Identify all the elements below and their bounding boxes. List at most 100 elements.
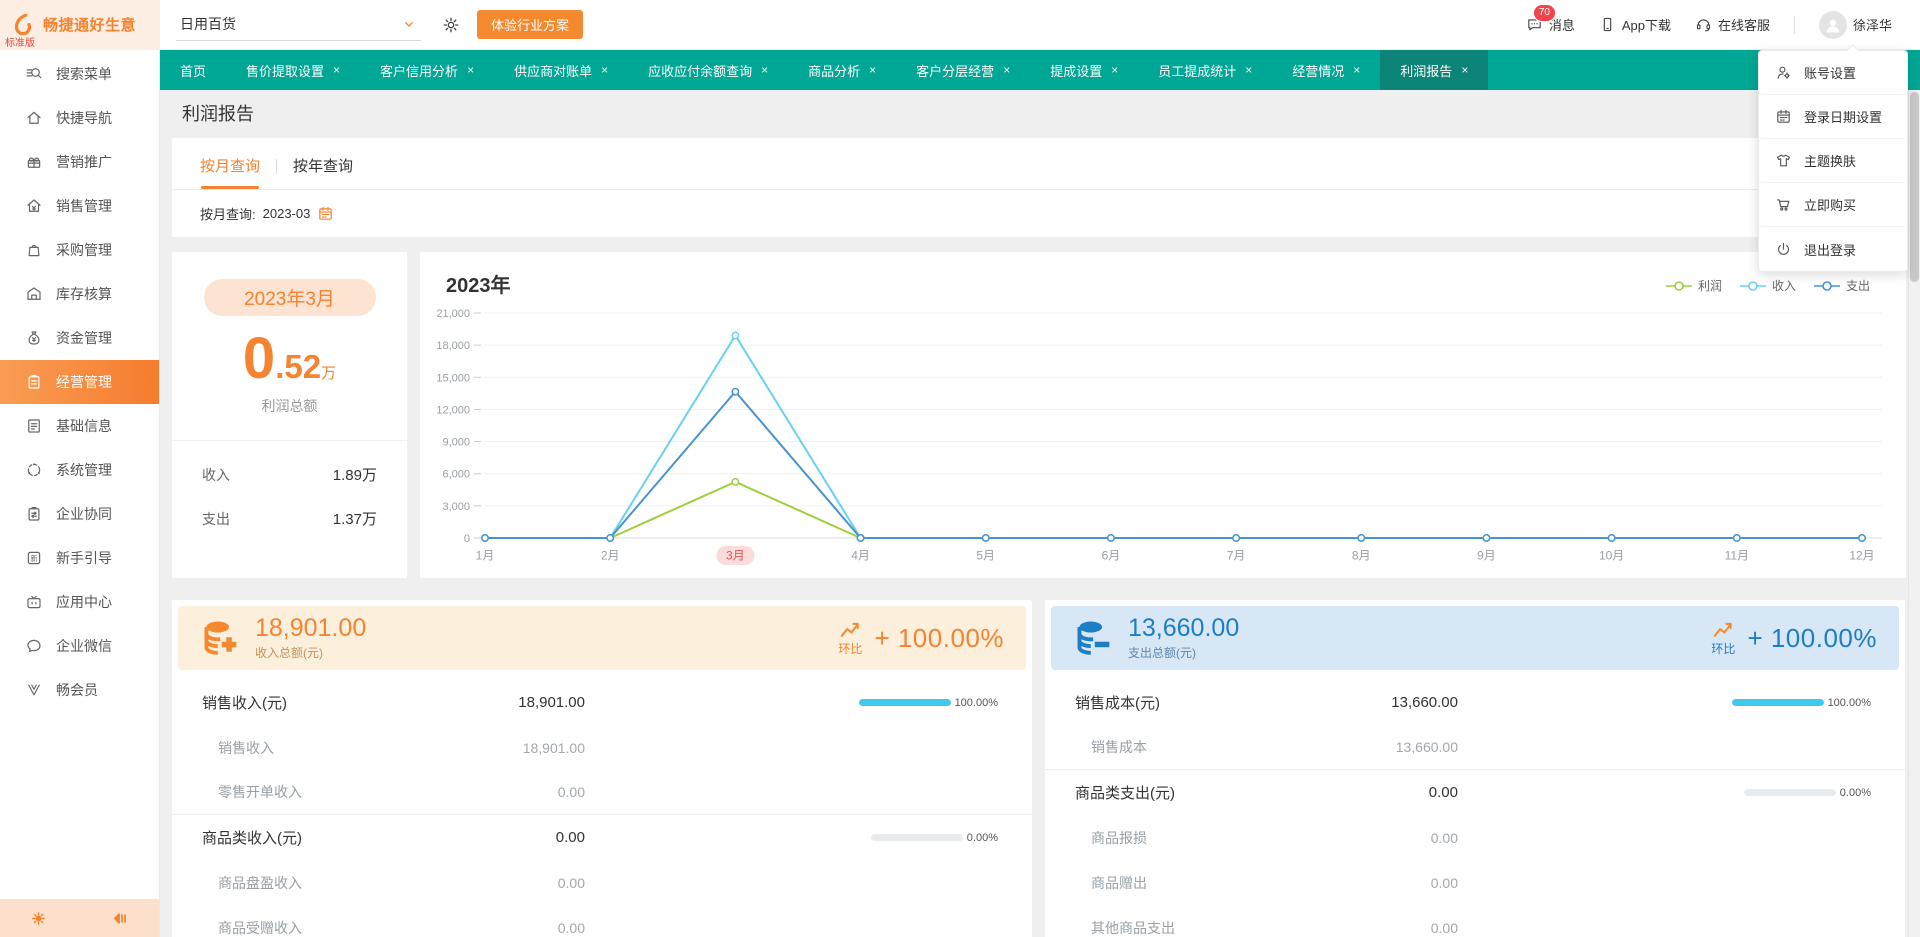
summary-row-value: 1.89万 xyxy=(332,467,377,484)
calendar-icon xyxy=(1775,108,1792,125)
messages-button[interactable]: 70 消息 xyxy=(1526,4,1575,34)
sidebar-item[interactable]: 采购管理 xyxy=(0,228,159,272)
report-row-value: 18,901.00 xyxy=(518,694,585,711)
profit-total-label: 利润总额 xyxy=(261,398,318,414)
topbar-divider xyxy=(1793,15,1795,34)
report-row: 销售成本 13,660.00 xyxy=(1045,725,1905,770)
tab-query-by-month[interactable]: 按月查询 xyxy=(200,155,260,189)
query-date-value[interactable]: 2023-03 xyxy=(263,206,311,221)
svg-text:9月: 9月 xyxy=(1477,549,1496,563)
progress-percent-label: 100.00% xyxy=(954,696,998,709)
nav-tab[interactable]: 客户分层经营 × xyxy=(896,50,1030,90)
support-button[interactable]: 在线客服 xyxy=(1695,15,1770,34)
nav-tab[interactable]: 利润报告 × xyxy=(1380,50,1489,90)
search-icon xyxy=(25,65,43,83)
sidebar-item[interactable]: 企业协同 xyxy=(0,492,159,536)
sidebar-item[interactable]: 企业微信 xyxy=(0,624,159,668)
close-tab-icon[interactable]: × xyxy=(1353,63,1360,77)
user-menu-item[interactable]: 退出登录 xyxy=(1759,227,1907,271)
system-icon xyxy=(25,461,43,479)
close-tab-icon[interactable]: × xyxy=(467,63,474,77)
tab-query-by-year[interactable]: 按年查询 xyxy=(293,155,353,189)
close-tab-icon[interactable]: × xyxy=(869,63,876,77)
legend-item[interactable]: 利润 xyxy=(1665,277,1722,294)
support-label: 在线客服 xyxy=(1717,18,1770,33)
nav-tab[interactable]: 客户信用分析 × xyxy=(360,50,494,90)
close-tab-icon[interactable]: × xyxy=(1003,63,1010,77)
power-icon xyxy=(1775,241,1792,258)
trend-up-icon xyxy=(1712,620,1735,639)
report-row-progress: 100.00% xyxy=(858,696,998,709)
company-select[interactable]: 日用百货 xyxy=(176,9,421,41)
sidebar-item[interactable]: 应用中心 xyxy=(0,580,159,624)
close-tab-icon[interactable]: × xyxy=(1461,63,1468,77)
legend-item[interactable]: 收入 xyxy=(1739,277,1796,294)
sidebar-item-label: 企业微信 xyxy=(56,638,112,654)
calendar-icon[interactable] xyxy=(317,205,334,222)
income-table: 销售收入(元) 18,901.00 100.00% 销售收入 18,901.00 零售开单… xyxy=(172,680,1032,937)
close-tab-icon[interactable]: × xyxy=(601,63,608,77)
sidebar-item[interactable]: 资金管理 xyxy=(0,316,159,360)
trial-plan-button[interactable]: 体验行业方案 xyxy=(477,10,584,39)
nav-tab[interactable]: 供应商对账单 × xyxy=(494,50,628,90)
close-tab-icon[interactable]: × xyxy=(1245,63,1252,77)
sidebar-item[interactable]: 销售管理 xyxy=(0,184,159,228)
messages-badge: 70 xyxy=(1532,4,1556,22)
collapse-sidebar-icon[interactable] xyxy=(112,910,129,927)
nav-tab[interactable]: 商品分析 × xyxy=(788,50,896,90)
user-dropdown-menu: 账号设置登录日期设置 主题换肤 立即购买 退出登录 xyxy=(1758,44,1908,272)
income-mom-value: + 100.00% xyxy=(874,622,1004,653)
close-tab-icon[interactable]: × xyxy=(761,63,768,77)
svg-text:3,000: 3,000 xyxy=(442,501,470,513)
user-account[interactable]: 徐泽华 xyxy=(1818,10,1892,39)
settings-gear-icon[interactable] xyxy=(441,15,461,35)
user-menu-item[interactable]: 登录日期设置 xyxy=(1759,95,1907,139)
user-menu-item[interactable]: 账号设置 xyxy=(1759,51,1907,95)
svg-text:18,000: 18,000 xyxy=(436,340,470,352)
scrollbar-thumb[interactable] xyxy=(1910,92,1919,282)
app-download-button[interactable]: App下载 xyxy=(1599,15,1671,34)
sidebar-item[interactable]: 基础信息 xyxy=(0,404,159,448)
top-bar: 畅捷通好生意 标准版 日用百货 体验行业方案 70 消息 App下载 在线客服 … xyxy=(0,0,1920,50)
sidebar-item[interactable]: 系统管理 xyxy=(0,448,159,492)
summary-row-label: 收入 xyxy=(202,466,230,483)
nav-tab[interactable]: 应收应付余额查询 × xyxy=(628,50,788,90)
report-row-value: 0.00 xyxy=(1430,874,1458,891)
svg-text:12,000: 12,000 xyxy=(436,404,470,416)
sidebar-settings-gear-icon[interactable] xyxy=(30,910,47,927)
app-logo[interactable]: 畅捷通好生意 标准版 xyxy=(0,0,160,50)
report-row: 商品类支出(元) 0.00 0.00% xyxy=(1045,770,1905,815)
nav-tab-label: 提成设置 xyxy=(1050,63,1103,79)
legend-item[interactable]: 支出 xyxy=(1813,277,1870,294)
report-row: 销售成本(元) 13,660.00 100.00% xyxy=(1045,680,1905,725)
nav-tab[interactable]: 首页 xyxy=(160,50,226,90)
close-tab-icon[interactable]: × xyxy=(333,63,340,77)
svg-text:9,000: 9,000 xyxy=(442,437,470,449)
sidebar-item-label: 资金管理 xyxy=(56,330,112,346)
close-tab-icon[interactable]: × xyxy=(1111,63,1118,77)
sidebar-item[interactable]: 经营管理 xyxy=(0,360,159,404)
nav-tab[interactable]: 提成设置 × xyxy=(1030,50,1138,90)
home-icon xyxy=(25,109,43,127)
sidebar-item[interactable]: 新 新手引导 xyxy=(0,536,159,580)
user-menu-item-label: 账号设置 xyxy=(1804,66,1857,81)
sidebar-item[interactable]: 搜索菜单 xyxy=(0,52,159,96)
profit-int: 0 xyxy=(242,326,276,391)
nav-tab[interactable]: 售价提取设置 × xyxy=(226,50,360,90)
nav-tab[interactable]: 经营情况 × xyxy=(1272,50,1380,90)
coins-plus-icon xyxy=(200,617,242,659)
sidebar-item[interactable]: 库存核算 xyxy=(0,272,159,316)
nav-tab-label: 售价提取设置 xyxy=(246,63,325,79)
company-select-value: 日用百货 xyxy=(180,16,236,32)
sidebar-item[interactable]: 快捷导航 xyxy=(0,96,159,140)
income-header-band: 18,901.00 收入总额(元) 环比 + 100.00% xyxy=(178,606,1026,670)
nav-tab[interactable]: 员工提成统计 × xyxy=(1138,50,1272,90)
tab-bar: 首页 售价提取设置 × 客户信用分析 × 供应商对账单 × 应收应付余额查询 × 商品分析 × 客户分… xyxy=(160,50,1920,90)
summary-divider xyxy=(172,440,407,441)
sidebar-item[interactable]: 畅会员 xyxy=(0,668,159,712)
sidebar-item[interactable]: 营销推广 xyxy=(0,140,159,184)
user-menu-item[interactable]: 主题换肤 xyxy=(1759,139,1907,183)
scrollbar-track[interactable] xyxy=(1908,50,1920,937)
summary-row-value: 1.37万 xyxy=(332,511,377,528)
user-menu-item[interactable]: 立即购买 xyxy=(1759,183,1907,227)
